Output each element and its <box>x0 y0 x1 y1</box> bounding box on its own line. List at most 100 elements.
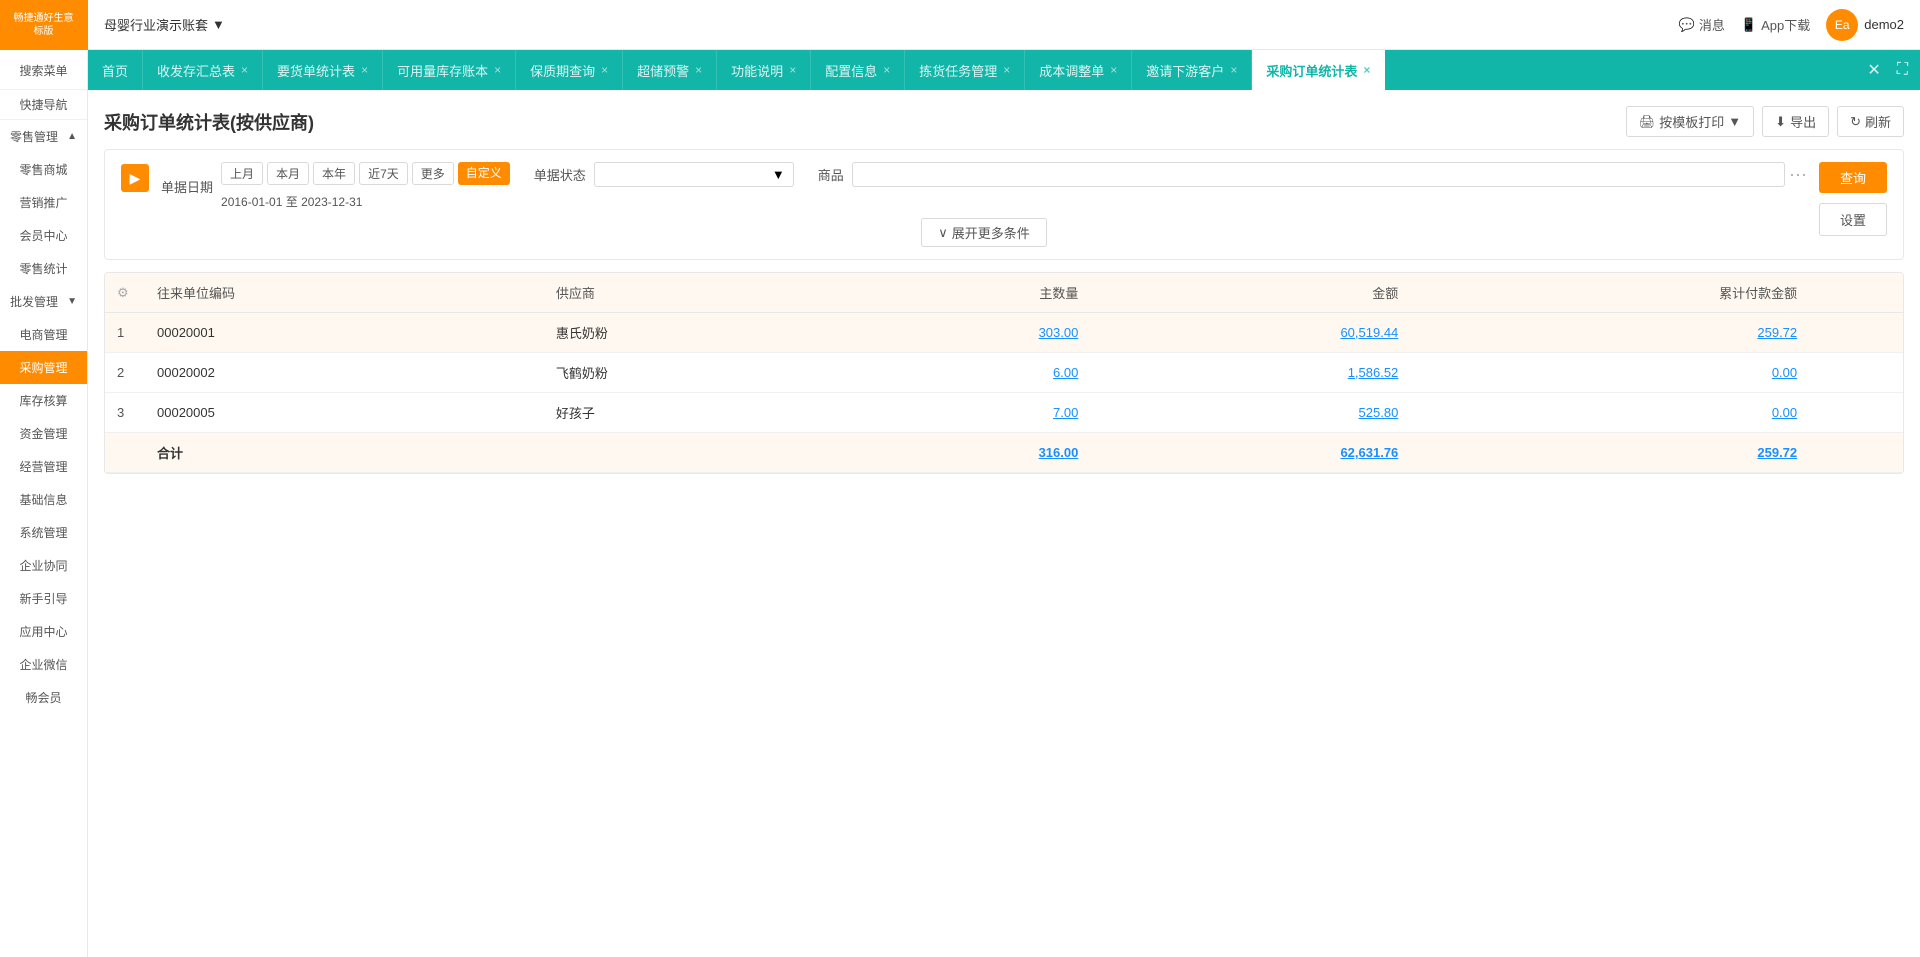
sidebar-item-retail-stats[interactable]: 零售统计 <box>0 252 87 285</box>
tab-batch-task-label: 拣货任务管理 <box>919 61 997 80</box>
row-qty[interactable]: 303.00 <box>841 313 1090 353</box>
date-btn-more[interactable]: 更多 <box>412 162 454 185</box>
user-info: Ea demo2 <box>1826 9 1904 41</box>
sidebar-item-wholesale-mgmt[interactable]: 批发管理 ▼ <box>0 285 87 318</box>
row-amount[interactable]: 525.80 <box>1090 393 1410 433</box>
tab-available-inventory-close-icon[interactable]: × <box>494 63 501 77</box>
quick-nav-label[interactable]: 快捷导航 <box>0 90 87 120</box>
tab-config-info[interactable]: 配置信息 × <box>811 50 905 90</box>
tab-invite-downstream[interactable]: 邀请下游客户 × <box>1132 50 1252 90</box>
sidebar-item-ops-mgmt[interactable]: 经营管理 <box>0 450 87 483</box>
row-qty[interactable]: 6.00 <box>841 353 1090 393</box>
row-seq: 2 <box>105 353 145 393</box>
th-settings[interactable]: ⚙ <box>105 273 145 313</box>
sidebar-item-finance[interactable]: 资金管理 <box>0 417 87 450</box>
date-custom-tag[interactable]: 自定义 <box>458 162 510 185</box>
tab-cost-adjust[interactable]: 成本调整单 × <box>1025 50 1132 90</box>
tab-overstock-warning-label: 超储预警 <box>637 61 689 80</box>
date-range-display: 2016-01-01 至 2023-12-31 <box>221 193 510 210</box>
tab-receive-summary[interactable]: 收发存汇总表 × <box>143 50 263 90</box>
query-button[interactable]: 查询 <box>1819 162 1887 193</box>
sidebar-item-member[interactable]: 畅会员 <box>0 681 87 714</box>
tab-warranty-query-close-icon[interactable]: × <box>601 63 608 77</box>
filter-main: 单据日期 上月 本月 本年 近7天 更多 自定义 <box>161 162 1807 247</box>
tab-fullscreen-icon[interactable]: ⛶ <box>1893 57 1912 83</box>
page: 采购订单统计表(按供应商) 🖨 按模板打印 ▼ ⬇ 导出 ↻ 刷新 <box>88 90 1920 957</box>
store-selector[interactable]: 母婴行业演示账套 ▼ <box>104 15 225 34</box>
row-extra <box>1809 393 1903 433</box>
sidebar-item-app-center[interactable]: 应用中心 <box>0 615 87 648</box>
message-icon: 💬 <box>1679 17 1695 33</box>
status-filter-label: 单据状态 <box>534 165 586 184</box>
sidebar-item-newbie-guide[interactable]: 新手引导 <box>0 582 87 615</box>
sidebar-search[interactable]: 搜索菜单 <box>0 50 87 90</box>
tab-available-inventory-label: 可用量库存账本 <box>397 61 488 80</box>
tab-purchase-order-stats[interactable]: 采购订单统计表 × <box>1252 50 1385 90</box>
tab-cost-adjust-close-icon[interactable]: × <box>1110 63 1117 77</box>
row-paid[interactable]: 0.00 <box>1410 353 1809 393</box>
row-qty[interactable]: 7.00 <box>841 393 1090 433</box>
app-download-button[interactable]: 📱 App下载 <box>1741 15 1810 34</box>
print-button[interactable]: 🖨 按模板打印 ▼ <box>1626 106 1754 137</box>
tab-receive-summary-label: 收发存汇总表 <box>157 61 235 80</box>
sidebar-item-ecommerce-mgmt[interactable]: 电商管理 <box>0 318 87 351</box>
table-settings-icon[interactable]: ⚙ <box>117 285 129 300</box>
tab-warranty-query[interactable]: 保质期查询 × <box>516 50 623 90</box>
footer-qty: 316.00 <box>841 433 1090 473</box>
th-extra <box>1809 273 1903 313</box>
tab-config-info-close-icon[interactable]: × <box>883 63 890 77</box>
tab-close-all-icon[interactable]: ✕ <box>1863 56 1884 84</box>
expand-label: 展开更多条件 <box>952 223 1030 242</box>
filter-collapse-button[interactable]: ▶ <box>121 164 149 192</box>
row-paid[interactable]: 0.00 <box>1410 393 1809 433</box>
table-body: 1 00020001 惠氏奶粉 303.00 60,519.44 259.72 … <box>105 313 1903 433</box>
date-btn-last-7-days[interactable]: 近7天 <box>359 162 408 185</box>
refresh-button[interactable]: ↻ 刷新 <box>1837 106 1904 137</box>
sidebar-item-retail-mall[interactable]: 零售商城 <box>0 153 87 186</box>
tab-available-inventory[interactable]: 可用量库存账本 × <box>383 50 516 90</box>
app-logo: 畅捷通好生意 标版 <box>0 0 88 50</box>
row-amount[interactable]: 60,519.44 <box>1090 313 1410 353</box>
status-select[interactable]: ▼ <box>594 162 794 187</box>
tab-home[interactable]: 首页 <box>88 50 143 90</box>
tab-receive-summary-close-icon[interactable]: × <box>241 63 248 77</box>
filter-row: 单据日期 上月 本月 本年 近7天 更多 自定义 <box>161 162 1807 210</box>
search-menu-label[interactable]: 搜索菜单 <box>6 58 81 83</box>
tab-goods-stats-close-icon[interactable]: × <box>361 63 368 77</box>
row-amount[interactable]: 1,586.52 <box>1090 353 1410 393</box>
th-code: 往来单位编码 <box>145 273 544 313</box>
sidebar-item-purchase-mgmt[interactable]: 采购管理 <box>0 351 87 384</box>
export-button[interactable]: ⬇ 导出 <box>1762 106 1829 137</box>
row-code: 00020002 <box>145 353 544 393</box>
tab-func-desc-close-icon[interactable]: × <box>789 63 796 77</box>
tab-func-desc[interactable]: 功能说明 × <box>717 50 811 90</box>
date-btn-last-month[interactable]: 上月 <box>221 162 263 185</box>
sidebar-item-retail-mgmt[interactable]: 零售管理 ▲ <box>0 120 87 153</box>
sidebar-item-inventory[interactable]: 库存核算 <box>0 384 87 417</box>
table-row: 3 00020005 好孩子 7.00 525.80 0.00 <box>105 393 1903 433</box>
sidebar-item-member-center[interactable]: 会员中心 <box>0 219 87 252</box>
date-btn-this-month[interactable]: 本月 <box>267 162 309 185</box>
sidebar-item-enterprise-collab[interactable]: 企业协同 <box>0 549 87 582</box>
tab-overstock-warning-close-icon[interactable]: × <box>695 63 702 77</box>
tab-invite-downstream-close-icon[interactable]: × <box>1230 63 1237 77</box>
print-dropdown-icon: ▼ <box>1728 114 1741 129</box>
tab-batch-task-close-icon[interactable]: × <box>1003 63 1010 77</box>
sidebar-item-sys-mgmt[interactable]: 系统管理 <box>0 516 87 549</box>
sidebar-item-enterprise-wechat[interactable]: 企业微信 <box>0 648 87 681</box>
row-code: 00020001 <box>145 313 544 353</box>
tab-overstock-warning[interactable]: 超储预警 × <box>623 50 717 90</box>
sidebar-item-basic-info[interactable]: 基础信息 <box>0 483 87 516</box>
goods-more-icon[interactable]: ··· <box>1789 164 1807 185</box>
expand-conditions-button[interactable]: ∨ 展开更多条件 <box>921 218 1047 247</box>
settings-button[interactable]: 设置 <box>1819 203 1887 236</box>
tab-goods-stats[interactable]: 要货单统计表 × <box>263 50 383 90</box>
avatar: Ea <box>1826 9 1858 41</box>
row-paid[interactable]: 259.72 <box>1410 313 1809 353</box>
goods-input[interactable] <box>852 162 1785 187</box>
tab-purchase-order-stats-close-icon[interactable]: × <box>1363 63 1370 77</box>
date-btn-this-year[interactable]: 本年 <box>313 162 355 185</box>
tab-batch-task[interactable]: 拣货任务管理 × <box>905 50 1025 90</box>
sidebar-item-marketing[interactable]: 营销推广 <box>0 186 87 219</box>
message-button[interactable]: 💬 消息 <box>1679 15 1725 34</box>
